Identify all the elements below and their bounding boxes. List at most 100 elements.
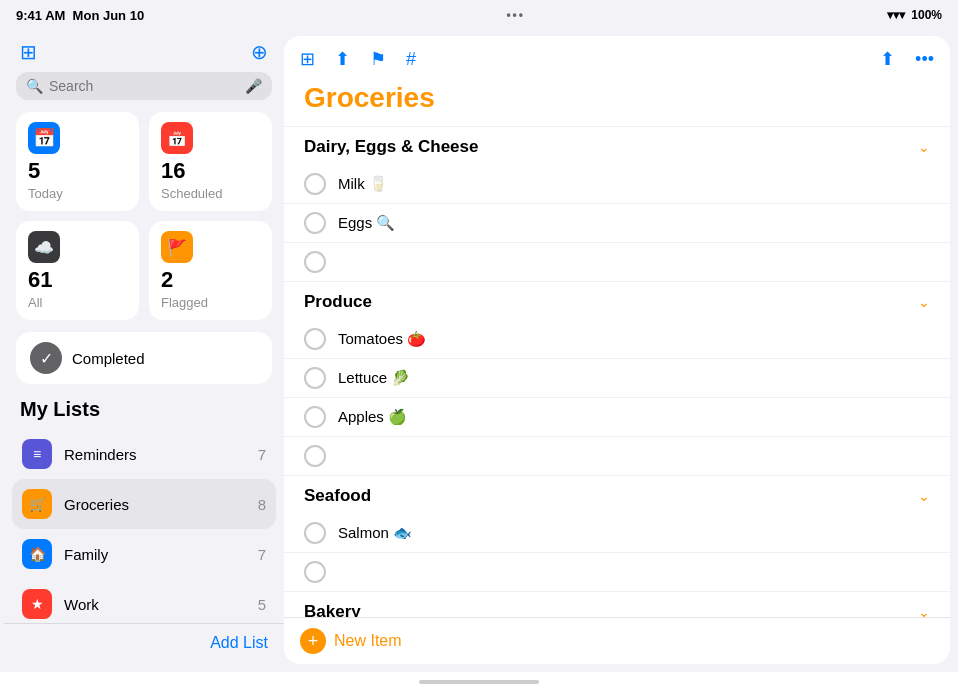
add-list-button[interactable]: Add List (20, 634, 268, 652)
list-item-work[interactable]: ★ Work 5 (12, 579, 276, 623)
list-item-reminders[interactable]: ≡ Reminders 7 (12, 429, 276, 479)
section-seafood-header[interactable]: Seafood ⌄ (284, 475, 950, 514)
work-icon: ★ (22, 589, 52, 619)
sidebar-footer: Add List (4, 623, 284, 668)
wifi-icon: ▾▾▾ (887, 8, 905, 22)
flagged-label: Flagged (161, 295, 260, 310)
produce-chevron-icon[interactable]: ⌄ (918, 294, 930, 310)
dairy-add-circle (304, 251, 326, 273)
sidebar-more-icon[interactable]: ⊕ (251, 40, 268, 64)
section-bakery-header[interactable]: Bakery ⌄ (284, 591, 950, 617)
list-item-name-groceries: Groceries (64, 496, 246, 513)
sidebar-toggle-icon[interactable]: ⊞ (20, 40, 37, 64)
family-icon: 🏠 (22, 539, 52, 569)
dairy-chevron-icon[interactable]: ⌄ (918, 139, 930, 155)
app-container: ⊞ ⊕ 🔍 🎤 📅 5 Today 📅 16 Scheduled (4, 32, 954, 668)
reminder-checkbox-eggs[interactable] (304, 212, 326, 234)
scheduled-count: 16 (161, 160, 260, 182)
list-item-groceries[interactable]: 🛒 Groceries 8 (12, 479, 276, 529)
produce-add-row (284, 437, 950, 475)
list-item: Milk 🥛 (284, 165, 950, 204)
list-body: Dairy, Eggs & Cheese ⌄ Milk 🥛 Eggs 🔍 Pro… (284, 126, 950, 617)
reminder-checkbox-tomatoes[interactable] (304, 328, 326, 350)
home-indicator (0, 672, 958, 692)
completed-label: Completed (72, 350, 145, 367)
microphone-icon[interactable]: 🎤 (245, 78, 262, 94)
scheduled-icon: 📅 (161, 122, 193, 154)
completed-card[interactable]: ✓ Completed (16, 332, 272, 384)
list-title: Groceries (284, 78, 950, 126)
reminder-checkbox-salmon[interactable] (304, 522, 326, 544)
seafood-add-circle (304, 561, 326, 583)
toolbar-right-icons: ⬆ ••• (880, 48, 934, 70)
section-dairy-header[interactable]: Dairy, Eggs & Cheese ⌄ (284, 126, 950, 165)
section-produce-title: Produce (304, 292, 372, 312)
my-lists-header: My Lists (4, 398, 284, 429)
smart-card-today[interactable]: 📅 5 Today (16, 112, 139, 211)
list-item-name-reminders: Reminders (64, 446, 246, 463)
list-item-count-reminders: 7 (258, 446, 266, 463)
search-icon: 🔍 (26, 78, 43, 94)
smart-lists: 📅 5 Today 📅 16 Scheduled ☁️ 61 All 🚩 2 F… (4, 112, 284, 332)
list-item: Salmon 🐟 (284, 514, 950, 553)
section-dairy-title: Dairy, Eggs & Cheese (304, 137, 478, 157)
flagged-icon: 🚩 (161, 231, 193, 263)
list-item-count-groceries: 8 (258, 496, 266, 513)
scheduled-label: Scheduled (161, 186, 260, 201)
flagged-count: 2 (161, 269, 260, 291)
list-item-family[interactable]: 🏠 Family 7 (12, 529, 276, 579)
reminder-text-milk: Milk 🥛 (338, 175, 930, 193)
seafood-chevron-icon[interactable]: ⌄ (918, 488, 930, 504)
all-label: All (28, 295, 127, 310)
main-content: ⊞ ⬆ ⚑ # ⬆ ••• Groceries Dairy, Eggs & Ch… (284, 36, 950, 664)
toolbar-share-icon[interactable]: ⬆ (880, 48, 895, 70)
list-item-name-family: Family (64, 546, 246, 563)
status-time: 9:41 AM Mon Jun 10 (16, 8, 144, 23)
seafood-add-row (284, 553, 950, 591)
toolbar-scan-icon[interactable]: ⊞ (300, 48, 315, 70)
section-produce-header[interactable]: Produce ⌄ (284, 281, 950, 320)
reminder-checkbox-milk[interactable] (304, 173, 326, 195)
section-seafood-title: Seafood (304, 486, 371, 506)
status-dots: ••• (506, 8, 525, 22)
reminder-checkbox-apples[interactable] (304, 406, 326, 428)
reminder-text-apples: Apples 🍏 (338, 408, 930, 426)
all-icon: ☁️ (28, 231, 60, 263)
list-item-count-work: 5 (258, 596, 266, 613)
reminder-text-tomatoes: Tomatoes 🍅 (338, 330, 930, 348)
reminders-icon: ≡ (22, 439, 52, 469)
smart-card-all[interactable]: ☁️ 61 All (16, 221, 139, 320)
bakery-chevron-icon[interactable]: ⌄ (918, 604, 930, 617)
dairy-add-row (284, 243, 950, 281)
search-bar[interactable]: 🔍 🎤 (16, 72, 272, 100)
new-item-label: New Item (334, 632, 402, 650)
toolbar-left-icons: ⊞ ⬆ ⚑ # (300, 48, 416, 70)
reminder-text-lettuce: Lettuce 🥬 (338, 369, 930, 387)
toolbar-tag-icon[interactable]: # (406, 49, 416, 70)
home-bar (419, 680, 539, 684)
list-item-name-work: Work (64, 596, 246, 613)
sidebar-header: ⊞ ⊕ (4, 32, 284, 72)
list-items: ≡ Reminders 7 🛒 Groceries 8 🏠 Family 7 ★… (4, 429, 284, 623)
toolbar-location-icon[interactable]: ⬆ (335, 48, 350, 70)
today-label: Today (28, 186, 127, 201)
list-item: Lettuce 🥬 (284, 359, 950, 398)
status-bar: 9:41 AM Mon Jun 10 ••• ▾▾▾ 100% (0, 0, 958, 28)
list-item: Tomatoes 🍅 (284, 320, 950, 359)
status-indicators: ▾▾▾ 100% (887, 8, 942, 22)
sidebar: ⊞ ⊕ 🔍 🎤 📅 5 Today 📅 16 Scheduled (4, 32, 284, 668)
today-count: 5 (28, 160, 127, 182)
completed-icon: ✓ (30, 342, 62, 374)
all-count: 61 (28, 269, 127, 291)
reminder-text-eggs: Eggs 🔍 (338, 214, 930, 232)
search-input[interactable] (49, 78, 239, 94)
new-item-footer: + New Item (284, 617, 950, 664)
reminder-checkbox-lettuce[interactable] (304, 367, 326, 389)
toolbar-more-icon[interactable]: ••• (915, 49, 934, 70)
new-item-button[interactable]: + New Item (300, 628, 402, 654)
smart-card-flagged[interactable]: 🚩 2 Flagged (149, 221, 272, 320)
smart-card-scheduled[interactable]: 📅 16 Scheduled (149, 112, 272, 211)
toolbar-flag-icon[interactable]: ⚑ (370, 48, 386, 70)
list-item: Apples 🍏 (284, 398, 950, 437)
today-icon: 📅 (28, 122, 60, 154)
